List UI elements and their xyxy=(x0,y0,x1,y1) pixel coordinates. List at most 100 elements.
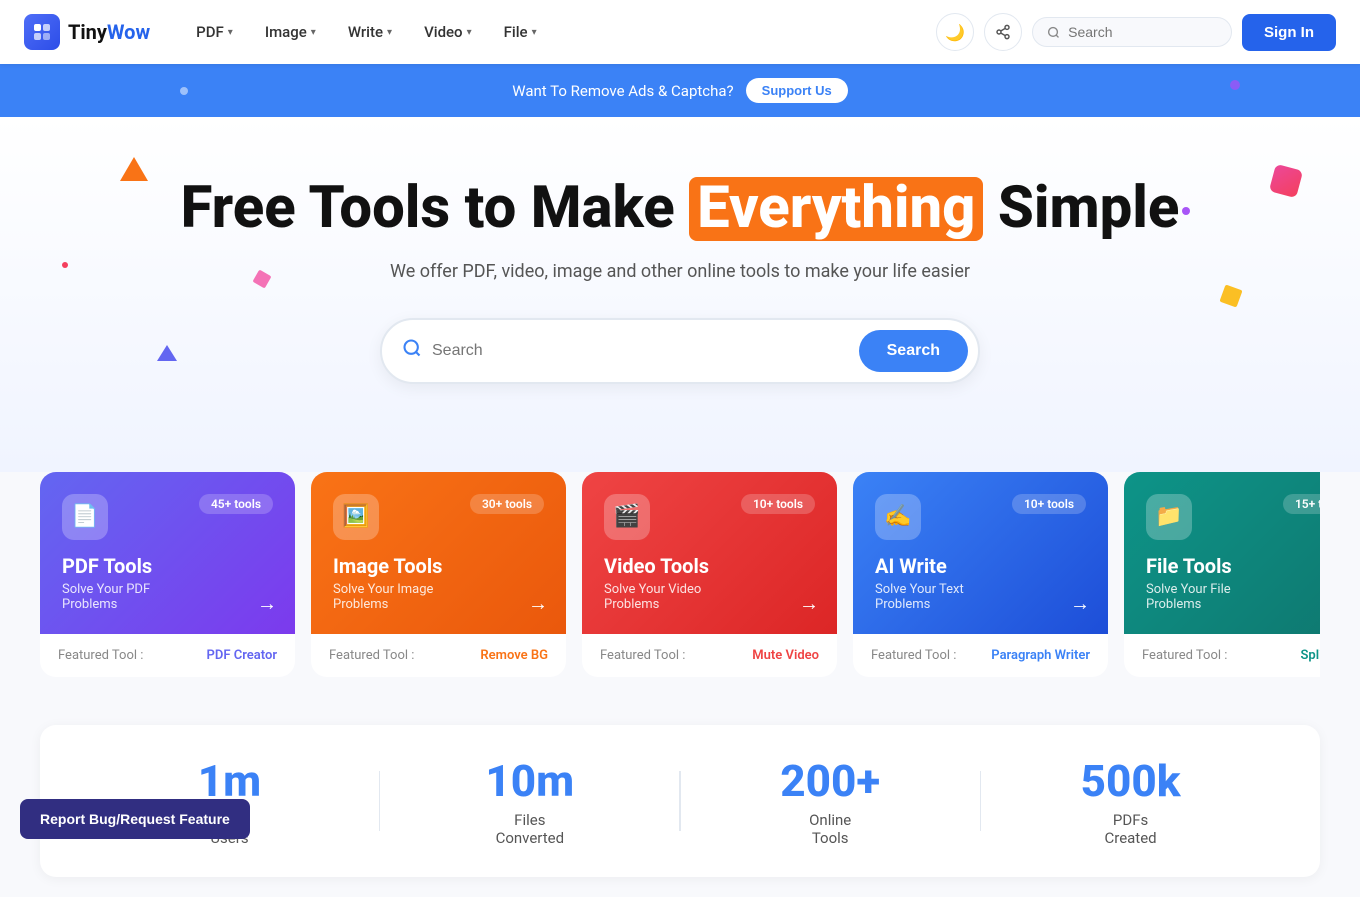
hero-search-container: Search xyxy=(20,318,1340,384)
card-title: Image Tools xyxy=(333,554,470,578)
navbar-search-input[interactable] xyxy=(1068,24,1217,40)
card-subtitle: Solve Your Text Problems xyxy=(875,582,1012,612)
stat-number: 200+ xyxy=(681,755,980,807)
sign-in-button[interactable]: Sign In xyxy=(1242,14,1336,51)
hero-search-input[interactable] xyxy=(432,342,859,360)
card-bottom: Featured Tool : Paragraph Writer xyxy=(853,634,1108,677)
card-top: ✍️ AI Write Solve Your Text Problems 10+… xyxy=(853,472,1108,634)
card-top: 📁 File Tools Solve Your File Problems 15… xyxy=(1124,472,1320,634)
featured-tool-link[interactable]: Split Excel xyxy=(1300,648,1320,663)
dark-mode-toggle[interactable]: 🌙 xyxy=(936,13,974,51)
stat-number: 500k xyxy=(981,755,1280,807)
card-bottom: Featured Tool : Remove BG xyxy=(311,634,566,677)
card-title: Video Tools xyxy=(604,554,741,578)
featured-label: Featured Tool : xyxy=(600,648,685,663)
tool-card-video[interactable]: 🎬 Video Tools Solve Your Video Problems … xyxy=(582,472,837,677)
chevron-icon: ▾ xyxy=(311,27,316,38)
logo[interactable]: TinyWow xyxy=(24,14,150,50)
card-left: 🖼️ Image Tools Solve Your Image Problems xyxy=(333,494,470,612)
card-left: 📄 PDF Tools Solve Your PDF Problems xyxy=(62,494,199,612)
nav-actions: 🌙 Sign In xyxy=(936,13,1336,51)
stat-label: PDFsCreated xyxy=(981,811,1280,847)
chevron-icon: ▾ xyxy=(532,27,537,38)
nav-item-pdf[interactable]: PDF ▾ xyxy=(182,15,247,49)
nav-item-file[interactable]: File ▾ xyxy=(490,15,551,49)
card-badge: 10+ tools xyxy=(1012,494,1086,514)
hero-search-box: Search xyxy=(380,318,980,384)
tool-card-file[interactable]: 📁 File Tools Solve Your File Problems 15… xyxy=(1124,472,1320,677)
promo-banner: Want To Remove Ads & Captcha? Support Us xyxy=(0,64,1360,117)
card-arrow-icon: → xyxy=(799,591,819,616)
card-top: 🖼️ Image Tools Solve Your Image Problems… xyxy=(311,472,566,634)
card-subtitle: Solve Your File Problems xyxy=(1146,582,1283,612)
featured-label: Featured Tool : xyxy=(329,648,414,663)
tool-card-ai[interactable]: ✍️ AI Write Solve Your Text Problems 10+… xyxy=(853,472,1108,677)
chevron-icon: ▾ xyxy=(387,27,392,38)
decor-rect-yellow xyxy=(1219,284,1242,307)
tool-card-image[interactable]: 🖼️ Image Tools Solve Your Image Problems… xyxy=(311,472,566,677)
hero-subtitle: We offer PDF, video, image and other onl… xyxy=(20,261,1340,282)
featured-tool-link[interactable]: Remove BG xyxy=(480,648,548,663)
tool-card-pdf[interactable]: 📄 PDF Tools Solve Your PDF Problems 45+ … xyxy=(40,472,295,677)
card-bottom: Featured Tool : Split Excel xyxy=(1124,634,1320,677)
chevron-icon: ▾ xyxy=(467,27,472,38)
support-us-button[interactable]: Support Us xyxy=(746,78,848,103)
tool-cards-section: 📄 PDF Tools Solve Your PDF Problems 45+ … xyxy=(0,472,1360,685)
stat-item-3: 500k PDFsCreated xyxy=(981,755,1280,847)
stat-number: 10m xyxy=(380,755,679,807)
card-badge: 15+ tools xyxy=(1283,494,1320,514)
stat-label: OnlineTools xyxy=(681,811,980,847)
card-bottom: Featured Tool : PDF Creator xyxy=(40,634,295,677)
card-top: 🎬 Video Tools Solve Your Video Problems … xyxy=(582,472,837,634)
card-icon: 🎬 xyxy=(604,494,650,540)
featured-tool-link[interactable]: PDF Creator xyxy=(207,648,277,663)
card-bottom: Featured Tool : Mute Video xyxy=(582,634,837,677)
nav-item-image[interactable]: Image ▾ xyxy=(251,15,330,49)
stat-label: FilesConverted xyxy=(380,811,679,847)
nav-links: PDF ▾ Image ▾ Write ▾ Video ▾ File ▾ xyxy=(182,15,936,49)
card-icon: 📁 xyxy=(1146,494,1192,540)
stat-item-1: 10m FilesConverted xyxy=(380,755,679,847)
featured-label: Featured Tool : xyxy=(58,648,143,663)
nav-item-write[interactable]: Write ▾ xyxy=(334,15,406,49)
chevron-icon: ▾ xyxy=(228,27,233,38)
card-left: ✍️ AI Write Solve Your Text Problems xyxy=(875,494,1012,612)
featured-label: Featured Tool : xyxy=(871,648,956,663)
banner-dot-2 xyxy=(1230,80,1240,90)
banner-dot-1 xyxy=(180,87,188,95)
navbar-search[interactable] xyxy=(1032,17,1232,47)
hero-title: Free Tools to Make Everything Simple xyxy=(20,177,1340,241)
card-icon: ✍️ xyxy=(875,494,921,540)
card-arrow-icon: → xyxy=(257,591,277,616)
featured-label: Featured Tool : xyxy=(1142,648,1227,663)
navbar: TinyWow PDF ▾ Image ▾ Write ▾ Video ▾ Fi… xyxy=(0,0,1360,64)
card-left: 📁 File Tools Solve Your File Problems xyxy=(1146,494,1283,612)
card-top: 📄 PDF Tools Solve Your PDF Problems 45+ … xyxy=(40,472,295,634)
card-title: AI Write xyxy=(875,554,1012,578)
card-icon: 🖼️ xyxy=(333,494,379,540)
card-title: PDF Tools xyxy=(62,554,199,578)
featured-tool-link[interactable]: Paragraph Writer xyxy=(991,648,1090,663)
stat-item-2: 200+ OnlineTools xyxy=(681,755,980,847)
hero-section: Free Tools to Make Everything Simple We … xyxy=(0,117,1360,472)
card-badge: 30+ tools xyxy=(470,494,544,514)
card-left: 🎬 Video Tools Solve Your Video Problems xyxy=(604,494,741,612)
card-subtitle: Solve Your PDF Problems xyxy=(62,582,199,612)
share-button[interactable] xyxy=(984,13,1022,51)
search-icon xyxy=(402,338,422,363)
card-badge: 45+ tools xyxy=(199,494,273,514)
featured-tool-link[interactable]: Mute Video xyxy=(752,648,819,663)
card-badge: 10+ tools xyxy=(741,494,815,514)
logo-text: TinyWow xyxy=(68,20,150,44)
card-title: File Tools xyxy=(1146,554,1283,578)
card-subtitle: Solve Your Video Problems xyxy=(604,582,741,612)
nav-item-video[interactable]: Video ▾ xyxy=(410,15,486,49)
card-icon: 📄 xyxy=(62,494,108,540)
card-subtitle: Solve Your Image Problems xyxy=(333,582,470,612)
cards-row: 📄 PDF Tools Solve Your PDF Problems 45+ … xyxy=(40,472,1320,685)
report-bug-button[interactable]: Report Bug/Request Feature xyxy=(20,799,250,839)
hero-search-button[interactable]: Search xyxy=(859,330,968,372)
card-arrow-icon: → xyxy=(528,591,548,616)
card-arrow-icon: → xyxy=(1070,591,1090,616)
logo-icon xyxy=(24,14,60,50)
